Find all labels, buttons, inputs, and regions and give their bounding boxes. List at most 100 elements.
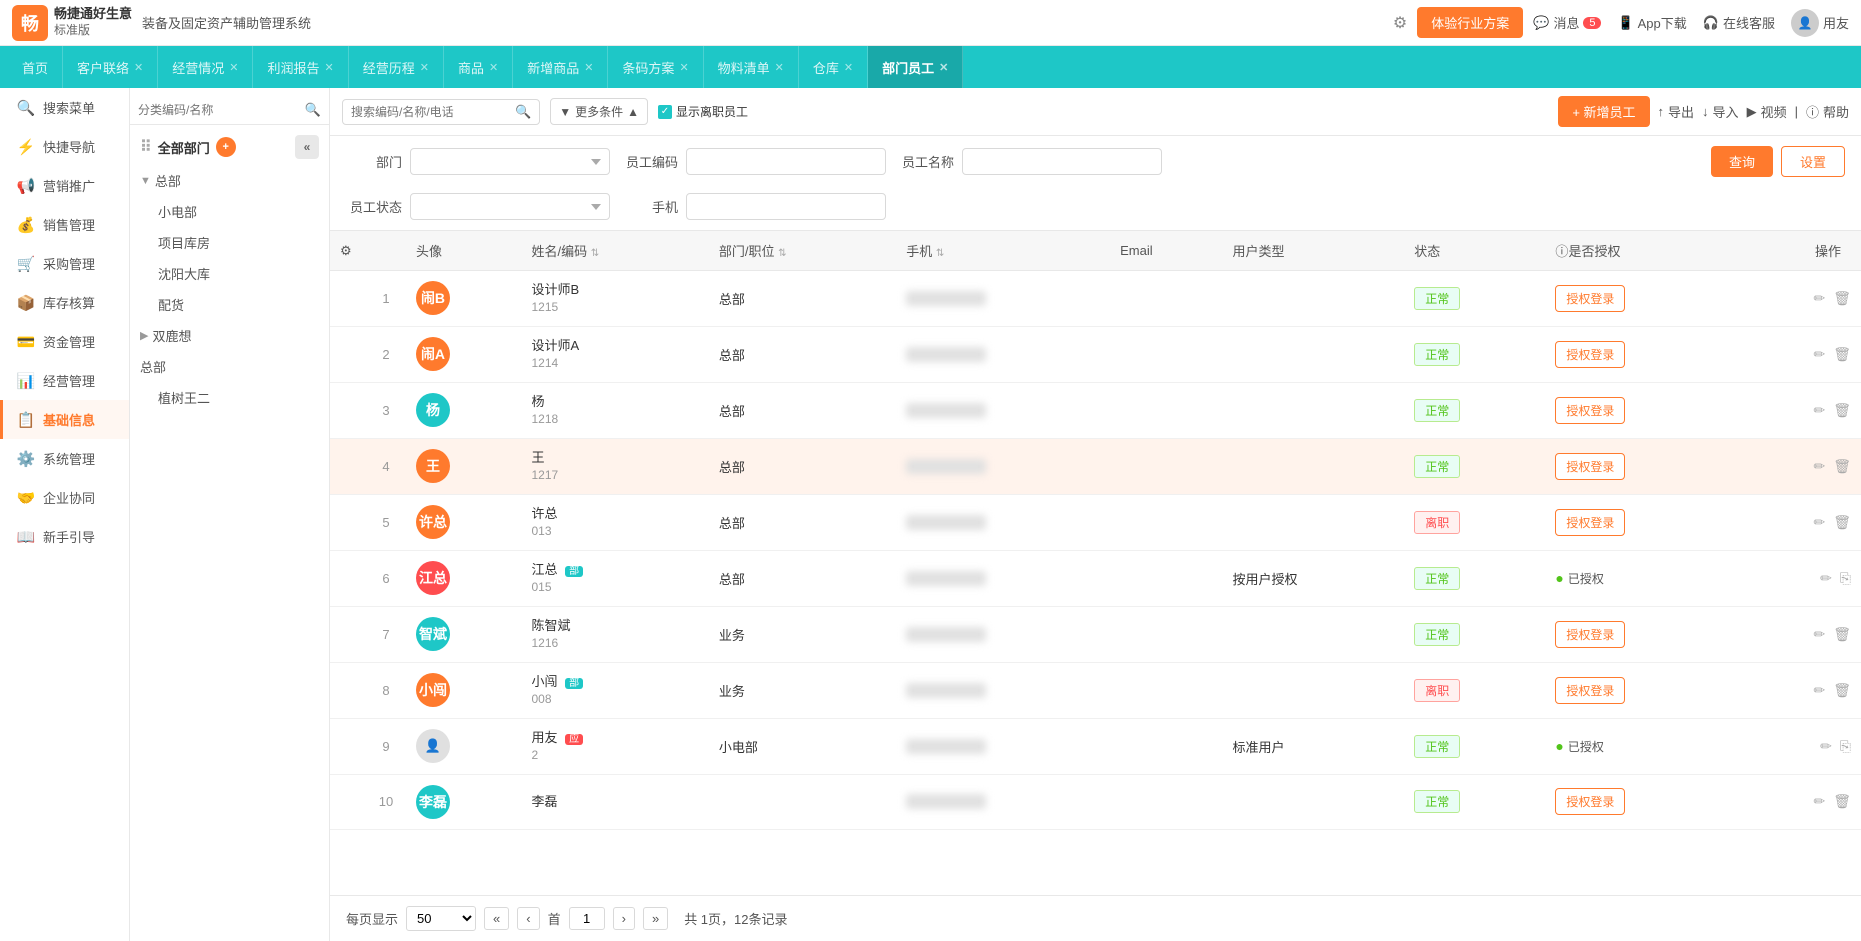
sidebar-item-inventory[interactable]: 📦 库存核算 <box>0 283 129 322</box>
tab-barcode[interactable]: 条码方案 ✕ <box>608 46 703 88</box>
page-input[interactable] <box>569 907 605 930</box>
dept-node-xiaodian[interactable]: 小电部 <box>130 196 329 227</box>
auth-button[interactable]: 授权登录 <box>1555 788 1625 815</box>
sidebar-item-management[interactable]: 📊 经营管理 <box>0 361 129 400</box>
tab-operation[interactable]: 经营情况 ✕ <box>158 46 253 88</box>
settings-gear[interactable]: ⚙ <box>1393 13 1407 33</box>
edit-icon[interactable]: ✏ <box>1820 570 1832 587</box>
first-page-button[interactable]: « <box>484 907 509 930</box>
close-icon[interactable]: ✕ <box>325 61 334 74</box>
tab-goods[interactable]: 商品 ✕ <box>444 46 513 88</box>
search-icon[interactable]: 🔍 <box>515 104 531 120</box>
delete-icon[interactable]: 🗑 <box>1833 290 1851 307</box>
copy-icon[interactable]: ⎘ <box>1840 570 1851 587</box>
close-icon[interactable]: ✕ <box>489 61 498 74</box>
name-input[interactable] <box>962 148 1162 175</box>
auth-button[interactable]: 授权登录 <box>1555 621 1625 648</box>
delete-icon[interactable]: 🗑 <box>1833 346 1851 363</box>
dept-node-project[interactable]: 项目库房 <box>130 227 329 258</box>
auth-button[interactable]: 授权登录 <box>1555 285 1625 312</box>
last-page-button[interactable]: » <box>643 907 668 930</box>
dept-node-zongbu-parent[interactable]: ▼ 总部 <box>130 165 329 196</box>
tab-bom[interactable]: 物料清单 ✕ <box>704 46 799 88</box>
close-icon[interactable]: ✕ <box>775 61 784 74</box>
code-input[interactable] <box>686 148 886 175</box>
prev-page-button[interactable]: ‹ <box>517 907 539 930</box>
edit-icon[interactable]: ✏ <box>1813 514 1825 531</box>
delete-icon[interactable]: 🗑 <box>1833 626 1851 643</box>
dept-select[interactable] <box>410 148 610 175</box>
auth-button[interactable]: 授权登录 <box>1555 677 1625 704</box>
sidebar-item-collab[interactable]: 🤝 企业协同 <box>0 478 129 517</box>
tab-warehouse[interactable]: 仓库 ✕ <box>799 46 868 88</box>
show-resigned-toggle[interactable]: ✓ 显示离职员工 <box>658 103 748 120</box>
sidebar-item-guide[interactable]: 📖 新手引导 <box>0 517 129 556</box>
online-service-action[interactable]: 🎧 在线客服 <box>1703 13 1775 32</box>
dept-node-shuanglu[interactable]: ▶ 双鹿想 <box>130 320 329 351</box>
edit-icon[interactable]: ✏ <box>1813 402 1825 419</box>
th-phone[interactable]: 手机 ⇅ <box>896 231 1110 271</box>
dept-node-peihuo[interactable]: 配货 <box>130 289 329 320</box>
tab-home[interactable]: 首页 <box>8 46 63 88</box>
tab-employees[interactable]: 部门员工 ✕ <box>868 46 963 88</box>
th-dept[interactable]: 部门/职位 ⇅ <box>709 231 896 271</box>
sidebar-item-search[interactable]: 🔍 搜索菜单 <box>0 88 129 127</box>
export-button[interactable]: ↑ 导出 <box>1658 102 1695 121</box>
sidebar-item-finance[interactable]: 💳 资金管理 <box>0 322 129 361</box>
app-download-action[interactable]: 📱 App下载 <box>1617 13 1686 32</box>
close-icon[interactable]: ✕ <box>584 61 593 74</box>
sidebar-item-system[interactable]: ⚙️ 系统管理 <box>0 439 129 478</box>
edit-icon[interactable]: ✏ <box>1813 793 1825 810</box>
tab-profit[interactable]: 利润报告 ✕ <box>253 46 348 88</box>
sidebar-item-marketing[interactable]: 📢 营销推广 <box>0 166 129 205</box>
close-icon[interactable]: ✕ <box>229 61 238 74</box>
close-icon[interactable]: ✕ <box>134 61 143 74</box>
delete-icon[interactable]: 🗑 <box>1833 402 1851 419</box>
message-action[interactable]: 💬 消息 5 <box>1533 13 1601 32</box>
per-page-select[interactable]: 50 100 200 <box>406 906 476 931</box>
user-action[interactable]: 👤 用友 <box>1791 9 1849 37</box>
more-filter-btn[interactable]: ▼ 更多条件 ▲ <box>550 98 648 125</box>
add-employee-button[interactable]: + 新增员工 <box>1558 96 1649 127</box>
query-button[interactable]: 查询 <box>1711 146 1773 177</box>
tab-history[interactable]: 经营历程 ✕ <box>349 46 444 88</box>
help-button[interactable]: ⓘ 帮助 <box>1806 102 1849 121</box>
delete-icon[interactable]: 🗑 <box>1833 793 1851 810</box>
tab-add-goods[interactable]: 新增商品 ✕ <box>513 46 608 88</box>
close-icon[interactable]: ✕ <box>844 61 853 74</box>
trial-button[interactable]: 体验行业方案 <box>1417 7 1523 38</box>
edit-icon[interactable]: ✏ <box>1820 738 1832 755</box>
search-input[interactable] <box>351 105 511 119</box>
edit-icon[interactable]: ✏ <box>1813 346 1825 363</box>
add-dept-icon[interactable]: + <box>216 137 236 157</box>
status-select[interactable] <box>410 193 610 220</box>
auth-button[interactable]: 授权登录 <box>1555 453 1625 480</box>
sidebar-item-quicknav[interactable]: ⚡ 快捷导航 <box>0 127 129 166</box>
dept-search-input[interactable] <box>138 103 301 117</box>
th-gear[interactable]: ⚙ <box>330 231 366 271</box>
edit-icon[interactable]: ✏ <box>1813 290 1825 307</box>
copy-icon[interactable]: ⎘ <box>1840 738 1851 755</box>
delete-icon[interactable]: 🗑 <box>1833 458 1851 475</box>
next-page-button[interactable]: › <box>613 907 635 930</box>
phone-input[interactable] <box>686 193 886 220</box>
close-icon[interactable]: ✕ <box>420 61 429 74</box>
delete-icon[interactable]: 🗑 <box>1833 682 1851 699</box>
edit-icon[interactable]: ✏ <box>1813 682 1825 699</box>
import-button[interactable]: ↓ 导入 <box>1702 102 1739 121</box>
close-icon[interactable]: ✕ <box>939 61 948 74</box>
auth-button[interactable]: 授权登录 <box>1555 341 1625 368</box>
auth-button[interactable]: 授权登录 <box>1555 397 1625 424</box>
edit-icon[interactable]: ✏ <box>1813 626 1825 643</box>
view-button[interactable]: ▶ 视频 <box>1747 102 1787 121</box>
dept-node-zongbu2[interactable]: 总部 <box>130 351 329 382</box>
close-icon[interactable]: ✕ <box>679 61 688 74</box>
sidebar-item-basic[interactable]: 📋 基础信息 <box>0 400 129 439</box>
sidebar-item-sales[interactable]: 💰 销售管理 <box>0 205 129 244</box>
dept-search-icon[interactable]: 🔍 <box>305 102 321 118</box>
reset-button[interactable]: 设置 <box>1781 146 1845 177</box>
edit-icon[interactable]: ✏ <box>1813 458 1825 475</box>
tab-customer[interactable]: 客户联络 ✕ <box>63 46 158 88</box>
delete-icon[interactable]: 🗑 <box>1833 514 1851 531</box>
dept-node-zhishu[interactable]: 植树王二 <box>130 382 329 413</box>
